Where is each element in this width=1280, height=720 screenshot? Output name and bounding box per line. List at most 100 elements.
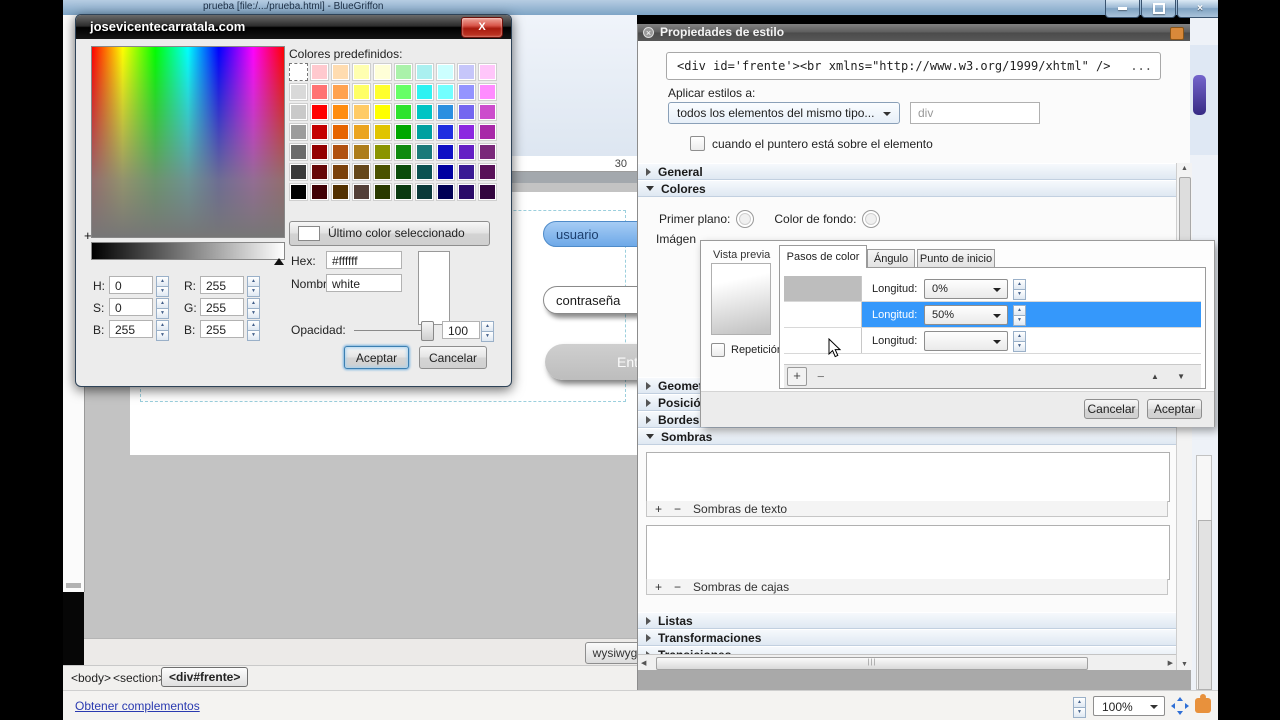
palette-swatch[interactable] [478,183,497,201]
b2-input[interactable]: 255 [200,320,244,338]
section-general[interactable]: General [638,163,1176,180]
code-ellipsis[interactable]: ... [1126,53,1152,79]
popup-cancel-button[interactable]: Cancelar [1084,399,1139,419]
addons-link[interactable]: Obtener complementos [75,699,200,713]
reorder-arrows[interactable]: ▲ ▼ [1151,372,1193,381]
palette-swatch[interactable] [436,163,455,181]
text-shadows-list[interactable] [646,452,1170,502]
cancel-button[interactable]: Cancelar [419,346,487,369]
length-stepper[interactable]: ▲ ▼ [1013,330,1026,352]
palette-swatch[interactable] [331,123,350,141]
section-colores[interactable]: Colores [638,180,1176,197]
element-name-input[interactable]: div [910,102,1040,124]
value-slider[interactable] [91,242,285,260]
palette-swatch[interactable] [289,183,308,201]
dialog-close-button[interactable]: X [461,17,503,38]
palette-swatch[interactable] [289,123,308,141]
palette-swatch[interactable] [415,63,434,81]
left-scrollbar-grip[interactable] [66,583,81,588]
palette-swatch[interactable] [478,103,497,121]
panel-header[interactable]: Propiedades de estilo [638,24,1190,41]
s-stepper[interactable]: ▲ ▼ [156,298,169,319]
palette-swatch[interactable] [331,83,350,101]
scroll-up-icon[interactable]: ▲ [1181,165,1188,172]
name-input[interactable]: white [326,274,402,292]
repeat-checkbox[interactable] [711,343,725,357]
palette-swatch[interactable] [394,143,413,161]
palette-swatch[interactable] [373,183,392,201]
palette-swatch[interactable] [457,183,476,201]
palette-swatch[interactable] [394,123,413,141]
color-stop-row-selected[interactable]: Longitud: 50% ▲ ▼ [784,302,1201,328]
opacity-slider-handle[interactable] [421,321,434,341]
right-scrollbar-thumb[interactable] [1198,520,1212,690]
palette-swatch[interactable] [457,163,476,181]
scroll-right-icon[interactable]: ▶ [1168,659,1173,667]
zoom-stepper[interactable]: ▲ ▼ [1073,697,1086,718]
palette-swatch[interactable] [352,103,371,121]
box-shadows-list[interactable] [646,525,1170,580]
palette-swatch[interactable] [415,83,434,101]
palette-swatch[interactable] [436,183,455,201]
palette-swatch[interactable] [478,143,497,161]
close-button[interactable]: × [1177,0,1223,18]
palette-swatch[interactable] [331,63,350,81]
palette-swatch[interactable] [289,63,308,81]
stop-color-swatch[interactable] [784,276,862,301]
palette-swatch[interactable] [457,83,476,101]
palette-swatch[interactable] [436,63,455,81]
section-listas[interactable]: Listas [638,612,1176,629]
palette-swatch[interactable] [415,163,434,181]
stop-color-swatch[interactable] [784,302,862,327]
palette-swatch[interactable] [415,123,434,141]
hover-checkbox[interactable] [690,136,705,151]
palette-swatch[interactable] [457,103,476,121]
palette-swatch[interactable] [310,103,329,121]
b-stepper[interactable]: ▲ ▼ [156,320,169,341]
hex-input[interactable]: #ffffff [326,251,402,269]
r-stepper[interactable]: ▲ ▼ [247,276,260,297]
palette-swatch[interactable] [289,83,308,101]
tab-color-stops[interactable]: Pasos de color [779,245,867,268]
b2-stepper[interactable]: ▲ ▼ [247,320,260,341]
palette-swatch[interactable] [457,63,476,81]
addon-puzzle-icon[interactable] [1195,694,1211,713]
palette-swatch[interactable] [331,163,350,181]
background-color-picker[interactable] [862,210,881,228]
last-color-button[interactable]: Último color seleccionado [289,221,490,246]
maximize-button[interactable] [1141,0,1176,18]
remove-stop-button[interactable]: − [817,369,825,384]
palette-swatch[interactable] [373,83,392,101]
palette-swatch[interactable] [436,103,455,121]
palette-swatch[interactable] [436,123,455,141]
breadcrumb-body[interactable]: <body> [71,671,111,685]
g-input[interactable]: 255 [200,298,244,316]
palette-swatch[interactable] [394,183,413,201]
palette-swatch[interactable] [478,163,497,181]
palette-swatch[interactable] [373,123,392,141]
apply-scope-select[interactable]: todos los elementos del mismo tipo... [668,102,900,124]
fullscreen-icon[interactable] [1171,697,1189,715]
palette-swatch[interactable] [457,143,476,161]
wysiwyg-tab[interactable]: wysiwyg [585,642,645,664]
h-stepper[interactable]: ▲ ▼ [156,276,169,297]
palette-swatch[interactable] [352,163,371,181]
dialog-titlebar[interactable]: josevicentecarratala.com [76,15,511,39]
remove-box-shadow-button[interactable]: − [674,580,681,594]
stop-color-swatch[interactable] [784,328,862,353]
length-select[interactable]: 50% [924,304,1008,325]
palette-swatch[interactable] [310,63,329,81]
palette-swatch[interactable] [373,103,392,121]
palette-swatch[interactable] [478,83,497,101]
horizontal-scrollbar[interactable]: ◀ ||| ▶ [638,654,1176,671]
palette-swatch[interactable] [289,143,308,161]
length-select[interactable] [924,330,1008,351]
foreground-color-picker[interactable] [736,210,755,228]
palette-swatch[interactable] [478,123,497,141]
length-stepper[interactable]: ▲ ▼ [1013,304,1026,326]
hue-saturation-square[interactable] [91,46,285,238]
palette-swatch[interactable] [310,83,329,101]
palette-swatch[interactable] [352,183,371,201]
palette-swatch[interactable] [310,123,329,141]
palette-swatch[interactable] [331,183,350,201]
